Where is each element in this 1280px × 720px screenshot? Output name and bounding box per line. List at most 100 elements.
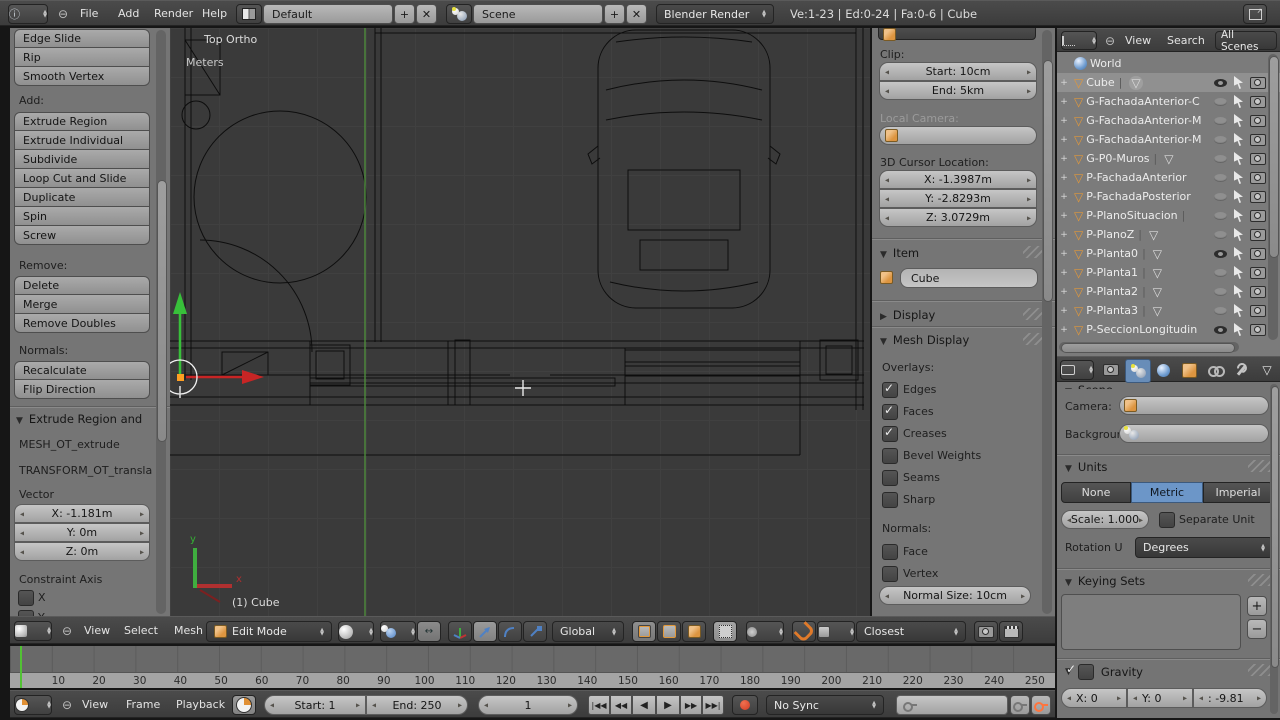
outliner-row[interactable]: + ▽ P-SeccionLongitudin (1057, 320, 1267, 339)
outliner-row[interactable]: + ▽ P-FachadaPosterior (1057, 187, 1267, 206)
overlay-sharp-checkbox[interactable] (882, 492, 898, 508)
window-duplicate-icon[interactable]: ↗ (1243, 4, 1267, 24)
render-engine-dropdown[interactable]: Blender Render ▲ ▼ (656, 4, 774, 24)
selectable-cursor-icon[interactable] (1234, 228, 1243, 241)
tool-loop-cut[interactable]: Loop Cut and Slide (14, 169, 150, 188)
outliner-hscrollbar[interactable] (1059, 342, 1239, 353)
tool-extrude-individual[interactable]: Extrude Individual (14, 131, 150, 150)
gravity-panel-header[interactable]: ▼ Gravity (1065, 664, 1143, 680)
selectable-cursor-icon[interactable] (1234, 152, 1243, 165)
expand-icon[interactable]: + (1057, 230, 1071, 240)
separate-unit-checkbox[interactable] (1159, 512, 1175, 528)
expand-icon[interactable]: + (1057, 192, 1071, 202)
renderable-camera-icon[interactable] (1250, 266, 1266, 279)
clipped-camera-field[interactable] (878, 28, 1036, 41)
outliner-row[interactable]: + ▽ P-PlanoZ | ▽ (1057, 225, 1267, 244)
transform-orientation-dropdown[interactable]: Global ▲ ▼ (552, 621, 624, 642)
renderable-camera-icon[interactable] (1250, 209, 1266, 222)
frame-end-field[interactable]: ◂ End: 250 ▸ (366, 695, 468, 715)
visibility-eye-icon[interactable] (1214, 173, 1227, 182)
visibility-eye-icon[interactable] (1214, 230, 1227, 239)
menu-render[interactable]: Render (148, 1, 199, 27)
tool-screw[interactable]: Screw (14, 226, 150, 245)
menu-file[interactable]: File (74, 1, 104, 27)
limit-selection-toggle[interactable] (713, 621, 737, 642)
overlay-bevel-weights-checkbox[interactable] (882, 448, 898, 464)
tool-subdivide[interactable]: Subdivide (14, 150, 150, 169)
tool-merge[interactable]: Merge (14, 295, 150, 314)
keying-sets-list[interactable] (1061, 594, 1241, 650)
selectable-cursor-icon[interactable] (1234, 266, 1243, 279)
collapse-menus-icon[interactable]: ⊖ (1105, 28, 1115, 54)
current-frame-marker[interactable] (20, 646, 22, 688)
local-camera-field[interactable] (879, 126, 1037, 145)
tab-object[interactable] (1177, 359, 1201, 381)
manipulator-translate[interactable] (473, 621, 497, 642)
cursor-y-field[interactable]: ◂ Y: -2.8293m ▸ (879, 189, 1037, 208)
menu-view[interactable]: View (78, 618, 116, 644)
expand-icon[interactable]: + (1057, 306, 1071, 316)
renderable-camera-icon[interactable] (1250, 323, 1266, 336)
tab-constraints[interactable] (1203, 359, 1227, 381)
overlay-edges-checkbox[interactable] (882, 381, 898, 398)
item-panel-header[interactable]: ▼ Item (880, 246, 919, 260)
expand-icon[interactable]: + (1057, 116, 1071, 126)
screen-layout-icon[interactable] (236, 4, 262, 24)
vertex-select-mode[interactable] (632, 621, 656, 642)
units-imperial-button[interactable]: Imperial (1203, 482, 1273, 503)
expand-icon[interactable]: + (1057, 211, 1071, 221)
outliner-row[interactable]: + ▽ P-FachadaAnterior (1057, 168, 1267, 187)
outliner-row[interactable]: + ▽ P-PlanoSituacion | (1057, 206, 1267, 225)
tool-edge-slide[interactable]: Edge Slide (14, 29, 150, 48)
renderable-camera-icon[interactable] (1250, 190, 1266, 203)
menu-mesh[interactable]: Mesh (168, 618, 209, 644)
expand-icon[interactable]: + (1057, 135, 1071, 145)
selectable-cursor-icon[interactable] (1234, 304, 1243, 317)
selectable-cursor-icon[interactable] (1234, 190, 1243, 203)
selectable-cursor-icon[interactable] (1234, 323, 1243, 336)
units-none-button[interactable]: None (1061, 482, 1131, 503)
expand-icon[interactable]: + (1057, 325, 1071, 335)
editor-type-selector[interactable]: ▲ ▼ (14, 695, 52, 715)
tab-object-data[interactable]: ▽ (1255, 359, 1279, 381)
outliner-row[interactable]: + ▽ G-FachadaAnterior-C (1057, 92, 1267, 111)
screen-layout-field[interactable]: Default (263, 4, 393, 24)
tool-rip[interactable]: Rip (14, 48, 150, 67)
prev-keyframe-button[interactable]: ◀◀ (610, 695, 632, 715)
renderable-camera-icon[interactable] (1250, 95, 1266, 108)
gravity-checkbox[interactable] (1077, 664, 1094, 680)
renderable-camera-icon[interactable] (1250, 247, 1266, 260)
scene-field[interactable]: Scene (473, 4, 603, 24)
display-panel-header[interactable]: ▶ Display (880, 308, 935, 322)
gravity-x-field[interactable]: ◂ X: 0 ▸ (1061, 688, 1127, 708)
visibility-eye-icon[interactable] (1214, 135, 1227, 144)
selectable-cursor-icon[interactable] (1234, 133, 1243, 146)
editor-type-selector[interactable]: ▲ ▼ (1061, 31, 1097, 50)
selectable-cursor-icon[interactable] (1234, 247, 1243, 260)
expand-icon[interactable]: + (1057, 78, 1071, 88)
expand-icon[interactable]: + (1057, 268, 1071, 278)
next-keyframe-button[interactable]: ▶▶ (680, 695, 702, 715)
outliner-filter-dropdown[interactable]: All Scenes (1215, 29, 1277, 53)
tab-modifiers[interactable] (1229, 359, 1253, 381)
menu-view[interactable]: View (1119, 28, 1157, 54)
timeline-ruler[interactable]: 10 20 30 40 50 60 70 80 90 100 110 120 130 140 150 160 1… (10, 646, 1055, 688)
tool-recalculate[interactable]: Recalculate (14, 361, 150, 380)
manipulator-toggle[interactable] (448, 621, 472, 642)
selectable-cursor-icon[interactable] (1234, 114, 1243, 127)
overlay-faces-checkbox[interactable] (882, 403, 898, 420)
renderable-camera-icon[interactable] (1250, 228, 1266, 241)
normals-vertex-checkbox[interactable] (882, 566, 898, 582)
delete-layout-button[interactable]: ✕ (416, 4, 437, 24)
add-keying-set-button[interactable]: + (1247, 596, 1267, 616)
manipulator-rotate[interactable] (498, 621, 522, 642)
render-opengl-button[interactable] (974, 621, 998, 642)
tool-flip-direction[interactable]: Flip Direction (14, 380, 150, 399)
expand-icon[interactable]: + (1057, 173, 1071, 183)
clip-start-field[interactable]: ◂ Start: 10cm ▸ (879, 62, 1037, 81)
renderable-camera-icon[interactable] (1250, 285, 1266, 298)
tool-spin[interactable]: Spin (14, 207, 150, 226)
visibility-eye-icon[interactable] (1214, 116, 1227, 125)
visibility-eye-icon[interactable] (1214, 78, 1227, 87)
renderable-camera-icon[interactable] (1250, 76, 1266, 89)
